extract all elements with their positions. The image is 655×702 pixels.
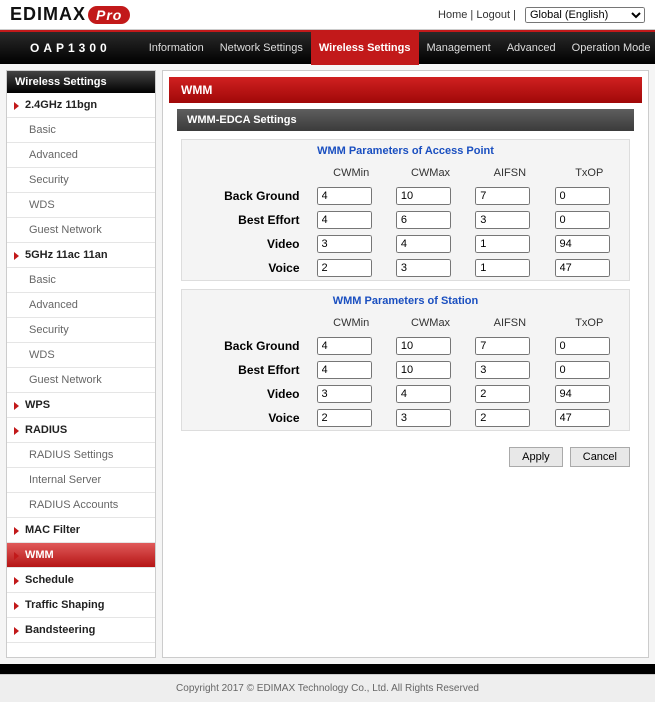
ap-video-aifsn[interactable] (475, 235, 530, 253)
st-back-ground-aifsn[interactable] (475, 337, 530, 355)
ap-best-effort-cwmin[interactable] (317, 211, 372, 229)
sidebar-item-basic[interactable]: Basic (7, 268, 155, 293)
sidebar-item-5ghz-11ac-11an[interactable]: 5GHz 11ac 11an (7, 243, 155, 268)
ap-video-cwmin[interactable] (317, 235, 372, 253)
sidebar: Wireless Settings 2.4GHz 11bgnBasicAdvan… (6, 70, 156, 658)
ap-back-ground-aifsn[interactable] (475, 187, 530, 205)
sidebar-title: Wireless Settings (7, 71, 155, 93)
ap-title: WMM Parameters of Access Point (182, 140, 630, 163)
row-label: Best Effort (182, 358, 312, 382)
logout-link[interactable]: Logout (476, 9, 510, 21)
ap-best-effort-aifsn[interactable] (475, 211, 530, 229)
footer-strip (0, 664, 655, 674)
sidebar-item-basic[interactable]: Basic (7, 118, 155, 143)
logo: EDIMAXPro (10, 4, 130, 25)
lang-select[interactable]: Global (English) (525, 7, 645, 23)
row-label: Voice (182, 406, 312, 431)
sidebar-item-wds[interactable]: WDS (7, 343, 155, 368)
st-video-txop[interactable] (555, 385, 610, 403)
ap-best-effort-cwmax[interactable] (396, 211, 451, 229)
ap-back-ground-cwmin[interactable] (317, 187, 372, 205)
row-label: Back Ground (182, 334, 312, 358)
ap-voice-aifsn[interactable] (475, 259, 530, 277)
ap-video-txop[interactable] (555, 235, 610, 253)
ap-table: WMM Parameters of Access Point CWMin CWM… (181, 139, 630, 281)
col-cwmin: CWMin (312, 162, 391, 184)
ap-voice-cwmax[interactable] (396, 259, 451, 277)
col-cwmax: CWMax (391, 312, 470, 334)
sidebar-item-wps[interactable]: WPS (7, 393, 155, 418)
col-txop: TxOP (550, 162, 630, 184)
cancel-button[interactable]: Cancel (570, 447, 630, 467)
topbar: EDIMAXPro Home | Logout | Global (Englis… (0, 0, 655, 30)
sidebar-item-2-4ghz-11bgn[interactable]: 2.4GHz 11bgn (7, 93, 155, 118)
st-voice-aifsn[interactable] (475, 409, 530, 427)
sidebar-item-bandsteering[interactable]: Bandsteering (7, 618, 155, 643)
st-back-ground-txop[interactable] (555, 337, 610, 355)
st-best-effort-txop[interactable] (555, 361, 610, 379)
nav-information[interactable]: Information (141, 31, 212, 65)
st-video-cwmax[interactable] (396, 385, 451, 403)
col-cwmin: CWMin (312, 312, 391, 334)
ap-back-ground-txop[interactable] (555, 187, 610, 205)
st-video-aifsn[interactable] (475, 385, 530, 403)
button-row: Apply Cancel (181, 447, 630, 467)
section-title: WMM-EDCA Settings (177, 109, 634, 131)
st-voice-txop[interactable] (555, 409, 610, 427)
col-txop: TxOP (550, 312, 630, 334)
st-best-effort-cwmin[interactable] (317, 361, 372, 379)
sidebar-item-radius[interactable]: RADIUS (7, 418, 155, 443)
sidebar-item-guest-network[interactable]: Guest Network (7, 218, 155, 243)
ap-best-effort-txop[interactable] (555, 211, 610, 229)
sidebar-item-radius-accounts[interactable]: RADIUS Accounts (7, 493, 155, 518)
st-back-ground-cwmin[interactable] (317, 337, 372, 355)
row-label: Video (182, 232, 312, 256)
col-aifsn: AIFSN (470, 312, 549, 334)
st-voice-cwmin[interactable] (317, 409, 372, 427)
sidebar-item-schedule[interactable]: Schedule (7, 568, 155, 593)
col-aifsn: AIFSN (470, 162, 549, 184)
ap-voice-cwmin[interactable] (317, 259, 372, 277)
nav-management[interactable]: Management (419, 31, 499, 65)
row-label: Back Ground (182, 184, 312, 208)
sidebar-item-wds[interactable]: WDS (7, 193, 155, 218)
apply-button[interactable]: Apply (509, 447, 563, 467)
st-video-cwmin[interactable] (317, 385, 372, 403)
nav-network-settings[interactable]: Network Settings (212, 31, 311, 65)
sidebar-item-traffic-shaping[interactable]: Traffic Shaping (7, 593, 155, 618)
sidebar-item-internal-server[interactable]: Internal Server (7, 468, 155, 493)
nav-operation-mode[interactable]: Operation Mode (564, 31, 655, 65)
main-panel: WMM WMM-EDCA Settings WMM Parameters of … (162, 70, 649, 658)
sidebar-item-guest-network[interactable]: Guest Network (7, 368, 155, 393)
sidebar-item-mac-filter[interactable]: MAC Filter (7, 518, 155, 543)
st-best-effort-cwmax[interactable] (396, 361, 451, 379)
page-title: WMM (169, 77, 642, 103)
ap-voice-txop[interactable] (555, 259, 610, 277)
logo-pro: Pro (88, 6, 130, 24)
ap-back-ground-cwmax[interactable] (396, 187, 451, 205)
sidebar-item-advanced[interactable]: Advanced (7, 293, 155, 318)
sidebar-item-wmm[interactable]: WMM (7, 543, 155, 568)
sidebar-item-advanced[interactable]: Advanced (7, 143, 155, 168)
nav-advanced[interactable]: Advanced (499, 31, 564, 65)
st-voice-cwmax[interactable] (396, 409, 451, 427)
sidebar-item-security[interactable]: Security (7, 318, 155, 343)
nav-wireless-settings[interactable]: Wireless Settings (311, 31, 419, 65)
footer-text: Copyright 2017 © EDIMAX Technology Co., … (0, 674, 655, 702)
row-label: Best Effort (182, 208, 312, 232)
st-title: WMM Parameters of Station (182, 290, 630, 313)
row-label: Video (182, 382, 312, 406)
st-best-effort-aifsn[interactable] (475, 361, 530, 379)
st-back-ground-cwmax[interactable] (396, 337, 451, 355)
navbar: OAP1300 Information Network Settings Wir… (0, 30, 655, 64)
col-cwmax: CWMax (391, 162, 470, 184)
home-link[interactable]: Home (438, 9, 467, 21)
st-table: WMM Parameters of Station CWMin CWMax AI… (181, 289, 630, 431)
toplinks: Home | Logout | Global (English) (438, 7, 645, 23)
sidebar-item-security[interactable]: Security (7, 168, 155, 193)
sidebar-item-radius-settings[interactable]: RADIUS Settings (7, 443, 155, 468)
model-label: OAP1300 (0, 41, 141, 55)
ap-video-cwmax[interactable] (396, 235, 451, 253)
row-label: Voice (182, 256, 312, 281)
